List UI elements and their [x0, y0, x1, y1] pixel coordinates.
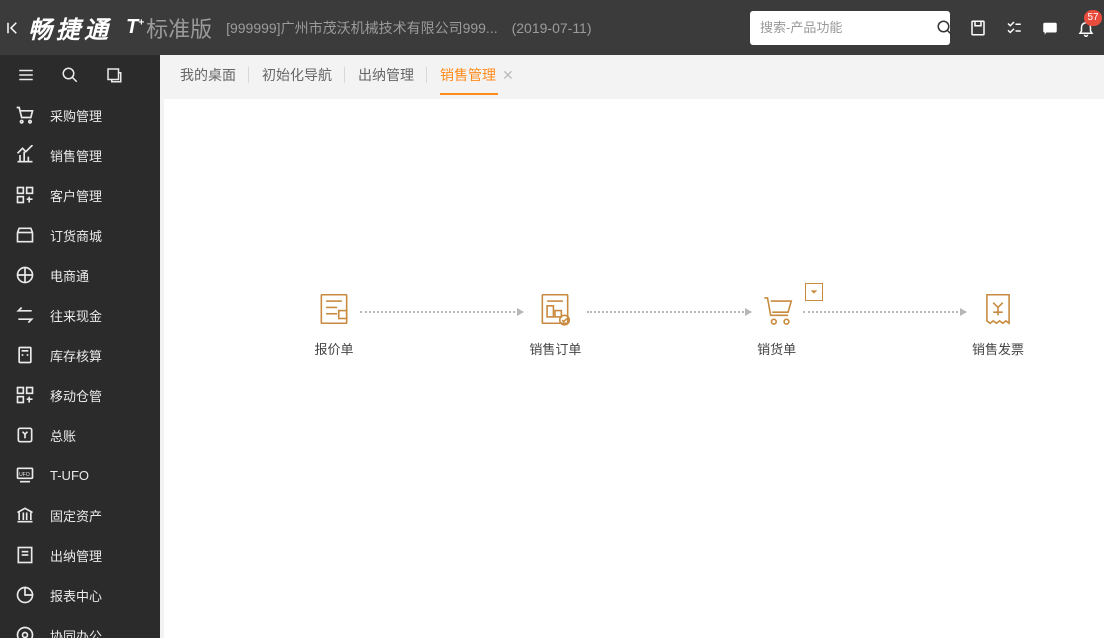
back-button[interactable]	[0, 0, 28, 55]
pie-icon	[14, 584, 36, 606]
sidebar-item-label: 总账	[50, 426, 76, 445]
close-icon[interactable]: ✕	[502, 67, 514, 84]
panel-sales: 报价单 销售订单 销货单	[164, 99, 1104, 638]
tab-init[interactable]: 初始化导航	[262, 55, 332, 95]
sidebar-item-label: 固定资产	[50, 506, 102, 525]
bank-icon	[14, 504, 36, 526]
ufo-icon: UFO	[14, 464, 36, 486]
ledger-icon	[14, 424, 36, 446]
sidebar-item-collab[interactable]: 协同办公	[0, 615, 160, 638]
invoice-icon	[978, 289, 1018, 329]
sidebar-item-ledger[interactable]: 总账	[0, 415, 160, 455]
cart-icon	[14, 104, 36, 126]
sidebar-item-mall[interactable]: 订货商城	[0, 215, 160, 255]
sidebar-item-tufo[interactable]: UFO T-UFO	[0, 455, 160, 495]
grid-plus-icon	[14, 184, 36, 206]
tab-cashier[interactable]: 出纳管理	[358, 55, 414, 95]
collab-icon	[14, 624, 36, 638]
menu-icon[interactable]	[16, 65, 36, 85]
flow-arrow	[360, 311, 523, 313]
sidebar-item-cashier[interactable]: 出纳管理	[0, 535, 160, 575]
sidebar-item-reports[interactable]: 报表中心	[0, 575, 160, 615]
sidebar-item-label: 库存核算	[50, 346, 102, 365]
exchange-icon	[14, 304, 36, 326]
calculator-icon	[14, 344, 36, 366]
tab-label: 销售管理	[440, 65, 496, 85]
svg-text:UFO: UFO	[19, 472, 30, 478]
flow-dropdown-icon[interactable]	[805, 283, 823, 301]
edition-text: 标准版	[146, 12, 226, 44]
grid-plus-icon	[14, 384, 36, 406]
edition-t: T	[126, 16, 138, 38]
store-icon	[14, 224, 36, 246]
sidebar-item-label: 出纳管理	[50, 546, 102, 565]
notification-badge: 57	[1084, 10, 1102, 26]
sidebar-item-label: 移动仓管	[50, 386, 102, 405]
tab-label: 出纳管理	[358, 65, 414, 85]
order-icon	[535, 289, 575, 329]
brand-logo: 畅捷通	[28, 10, 126, 45]
delivery-cart-icon	[757, 289, 797, 329]
receipt-icon	[14, 544, 36, 566]
header-actions: 57	[960, 0, 1104, 55]
tab-label: 我的桌面	[180, 65, 236, 85]
sidebar-item-mobile-warehouse[interactable]: 移动仓管	[0, 375, 160, 415]
flow-node-order[interactable]: 销售订单	[529, 289, 581, 358]
sidebar-item-ecommerce[interactable]: 电商通	[0, 255, 160, 295]
sidebar-item-label: 采购管理	[50, 106, 102, 125]
search-nav-icon[interactable]	[60, 65, 80, 85]
tasks-icon[interactable]	[996, 0, 1032, 55]
sidebar-item-label: T-UFO	[50, 468, 89, 483]
flow-label: 销售发票	[972, 339, 1024, 358]
flow-node-quote[interactable]: 报价单	[314, 289, 354, 358]
sidebar-item-assets[interactable]: 固定资产	[0, 495, 160, 535]
content-area: 我的桌面 初始化导航 出纳管理 销售管理 ✕ 报价单	[160, 55, 1104, 638]
sidebar-item-label: 电商通	[50, 266, 89, 285]
flow-label: 销货单	[757, 339, 796, 358]
save-icon[interactable]	[960, 0, 996, 55]
chart-up-icon	[14, 144, 36, 166]
sales-flow: 报价单 销售订单 销货单	[314, 289, 1024, 358]
flow-label: 销售订单	[529, 339, 581, 358]
globe-icon	[14, 264, 36, 286]
sidebar-top-tools	[0, 55, 160, 95]
flow-arrow	[803, 311, 966, 313]
sidebar-item-label: 客户管理	[50, 186, 102, 205]
flow-label: 报价单	[314, 339, 353, 358]
search-input[interactable]	[760, 20, 936, 35]
sidebar-item-sales[interactable]: 销售管理	[0, 135, 160, 175]
sidebar-item-label: 协同办公	[50, 626, 102, 638]
tabs-bar: 我的桌面 初始化导航 出纳管理 销售管理 ✕	[160, 55, 1104, 95]
sidebar-item-label: 往来现金	[50, 306, 102, 325]
sidebar-item-inventory[interactable]: 库存核算	[0, 335, 160, 375]
tab-sales[interactable]: 销售管理 ✕	[440, 55, 514, 95]
sidebar-item-cashflow[interactable]: 往来现金	[0, 295, 160, 335]
expand-icon[interactable]	[104, 65, 124, 85]
sidebar-item-label: 订货商城	[50, 226, 102, 245]
tab-label: 初始化导航	[262, 65, 332, 85]
flow-node-invoice[interactable]: 销售发票	[972, 289, 1024, 358]
sidebar-item-customer[interactable]: 客户管理	[0, 175, 160, 215]
edition-plus: +	[138, 17, 144, 28]
search-box	[750, 11, 950, 45]
sidebar-item-label: 销售管理	[50, 146, 102, 165]
notification-icon[interactable]: 57	[1068, 0, 1104, 55]
sidebar-item-purchase[interactable]: 采购管理	[0, 95, 160, 135]
business-date: (2019-07-11)	[498, 20, 592, 36]
quote-icon	[314, 289, 354, 329]
app-header: 畅捷通 T+ 标准版 [999999]广州市茂沃机械技术有限公司999... (…	[0, 0, 1104, 55]
sidebar-item-label: 报表中心	[50, 586, 102, 605]
sidebar: 采购管理 销售管理 客户管理 订货商城 电商通 往来现金 库存核算 移动仓管	[0, 55, 160, 638]
company-name: [999999]广州市茂沃机械技术有限公司999...	[226, 18, 498, 38]
flow-arrow	[587, 311, 750, 313]
message-icon[interactable]	[1032, 0, 1068, 55]
flow-node-delivery[interactable]: 销货单	[757, 289, 797, 358]
edition-badge: T+	[126, 16, 146, 39]
tab-desktop[interactable]: 我的桌面	[180, 55, 236, 95]
search-button[interactable]	[936, 17, 954, 39]
